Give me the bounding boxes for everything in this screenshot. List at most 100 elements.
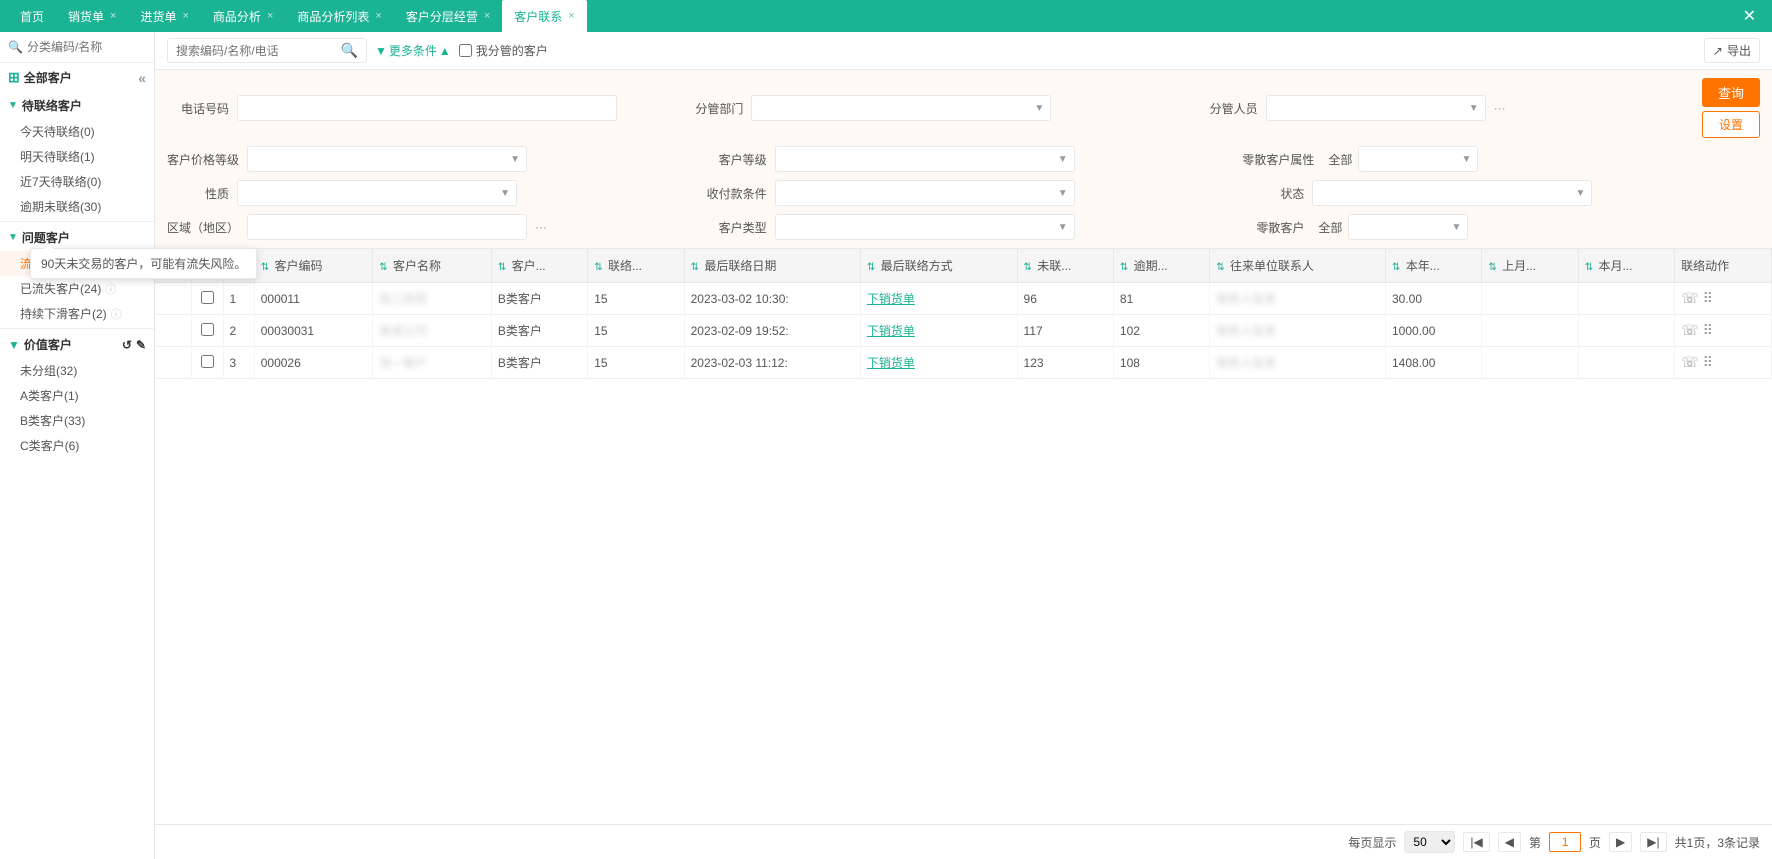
sidebar-item-declining[interactable]: 持续下滑客户(2) ⓘ xyxy=(0,301,154,326)
close-tab-icon[interactable]: × xyxy=(182,10,188,22)
zero-attr-select[interactable]: ▼ xyxy=(1358,146,1478,172)
refresh-icon[interactable]: ↺ xyxy=(122,338,132,352)
tab-product-analysis-list[interactable]: 商品分析列表 × xyxy=(285,0,393,32)
overdue-column-header[interactable]: ⇅ 逾期... xyxy=(1113,249,1209,283)
prev-page-button[interactable]: ◀ xyxy=(1498,832,1521,852)
this-year-column-header[interactable]: ⇅ 本年... xyxy=(1385,249,1481,283)
chevron-down-icon: ▼ xyxy=(500,188,510,199)
window-close-button[interactable]: ✕ xyxy=(1735,6,1764,26)
tab-purchase-order[interactable]: 进货单 × xyxy=(128,0,200,32)
uncontacted-column-header[interactable]: ⇅ 未联... xyxy=(1017,249,1113,283)
table-row: 1 000011 张三商贸 B类客户 15 2023-03-02 10:30: … xyxy=(155,283,1772,315)
first-page-button[interactable]: |◀ xyxy=(1463,832,1489,852)
sort-icon: ⇅ xyxy=(1488,262,1496,273)
collapse-icon[interactable]: « xyxy=(138,70,146,86)
status-select[interactable]: ▼ xyxy=(1312,180,1592,206)
sidebar-item-class-b[interactable]: B类客户(33) xyxy=(0,408,154,433)
payment-select[interactable]: ▼ xyxy=(775,180,1075,206)
person-label: 分管人员 xyxy=(1196,100,1266,117)
zero-customer-select[interactable]: ▼ xyxy=(1348,214,1468,240)
gender-select[interactable]: ▼ xyxy=(237,180,517,206)
filter-field-phone: 电话号码 xyxy=(167,95,661,121)
top-nav-right: ✕ xyxy=(1735,6,1764,26)
filter-field-dept: 分管部门 ▼ xyxy=(681,95,1175,121)
filter-field-zero-attr: 零散客户属性 全部 ▼ xyxy=(1242,146,1760,172)
row-select-checkbox[interactable] xyxy=(201,291,214,304)
row-last-method[interactable]: 下销货单 xyxy=(860,315,1017,347)
person-select[interactable]: ▼ xyxy=(1266,95,1486,121)
close-tab-icon[interactable]: × xyxy=(110,10,116,22)
last-contact-date-column-header[interactable]: ⇅ 最后联络日期 xyxy=(684,249,860,283)
this-month-column-header[interactable]: ⇅ 本月... xyxy=(1578,249,1674,283)
my-customers-checkbox-container[interactable]: 我分管的客户 xyxy=(459,42,548,59)
nav-home[interactable]: 首页 xyxy=(8,0,56,32)
close-tab-icon[interactable]: × xyxy=(267,10,273,22)
close-tab-icon[interactable]: × xyxy=(484,10,490,22)
sidebar-item-class-a[interactable]: A类客户(1) xyxy=(0,383,154,408)
close-tab-icon[interactable]: × xyxy=(375,10,381,22)
last-contact-method-column-header[interactable]: ⇅ 最后联络方式 xyxy=(860,249,1017,283)
filter-search-button[interactable]: 🔍 xyxy=(341,42,358,59)
sidebar-item-overdue[interactable]: 逾期未联络(30) xyxy=(0,194,154,219)
contacts-column-header[interactable]: ⇅ 往来单位联系人 xyxy=(1210,249,1386,283)
customer-type-select[interactable]: ▼ xyxy=(775,214,1075,240)
sidebar-root-label: 全部客户 xyxy=(24,69,72,86)
sidebar-search-input[interactable] xyxy=(27,40,155,54)
sidebar-item-7days[interactable]: 近7天待联络(0) xyxy=(0,169,154,194)
code-column-header[interactable]: ⇅ 客户编码 xyxy=(254,249,373,283)
row-select-checkbox[interactable] xyxy=(201,323,214,336)
export-button[interactable]: ↗ 导出 xyxy=(1704,38,1760,63)
tab-product-analysis[interactable]: 商品分析 × xyxy=(201,0,285,32)
next-page-button[interactable]: ▶ xyxy=(1609,832,1632,852)
my-customers-checkbox[interactable] xyxy=(459,44,472,57)
query-button[interactable]: 查询 xyxy=(1702,78,1760,107)
sidebar-item-ungrouped[interactable]: 未分组(32) xyxy=(0,358,154,383)
contact-column-header[interactable]: ⇅ 联络... xyxy=(588,249,684,283)
tab-sales-order[interactable]: 销货单 × xyxy=(56,0,128,32)
type-column-header[interactable]: ⇅ 客户... xyxy=(491,249,587,283)
row-checkbox xyxy=(191,347,223,379)
customer-grade-select[interactable]: ▼ xyxy=(775,146,1075,172)
settings-button[interactable]: 设置 xyxy=(1702,111,1760,138)
page-size-select[interactable]: 50 100 200 xyxy=(1404,831,1455,853)
filter-field-customer-grade: 客户等级 ▼ xyxy=(705,146,1223,172)
dept-select[interactable]: ▼ xyxy=(751,95,1051,121)
name-column-header[interactable]: ⇅ 客户名称 xyxy=(373,249,492,283)
contact-action-icon[interactable]: ☏ xyxy=(1681,354,1699,371)
row-this-year: 1000.00 xyxy=(1385,315,1481,347)
edit-icon[interactable]: ✎ xyxy=(136,338,146,352)
total-label: 共1页，3条记录 xyxy=(1675,834,1760,851)
tab-customer-segment[interactable]: 客户分层经营 × xyxy=(394,0,502,32)
sidebar-group-problem[interactable]: ▼ 问题客户 xyxy=(0,224,154,251)
sidebar-group-value[interactable]: ▼ 价值客户 ↺ ✎ xyxy=(0,331,154,358)
row-last-method[interactable]: 下销货单 xyxy=(860,283,1017,315)
sidebar-item-churned[interactable]: 已流失客户(24) ⓘ xyxy=(0,276,154,301)
row-last-method[interactable]: 下销货单 xyxy=(860,347,1017,379)
more-options-icon[interactable]: ··· xyxy=(1486,101,1514,115)
sidebar-item-today[interactable]: 今天待联络(0) xyxy=(0,119,154,144)
close-tab-icon[interactable]: × xyxy=(568,10,574,22)
sidebar-item-tomorrow[interactable]: 明天待联络(1) xyxy=(0,144,154,169)
arrow-down-icon: ▼ xyxy=(8,232,18,243)
page-number-input[interactable] xyxy=(1549,832,1581,852)
sidebar-item-class-c[interactable]: C类客户(6) xyxy=(0,433,154,458)
phone-input[interactable] xyxy=(237,95,617,121)
last-page-button[interactable]: ▶| xyxy=(1640,832,1666,852)
more-action-icon[interactable]: ⠿ xyxy=(1703,290,1713,307)
contact-action-icon[interactable]: ☏ xyxy=(1681,290,1699,307)
price-grade-select[interactable]: ▼ xyxy=(247,146,527,172)
last-month-column-header[interactable]: ⇅ 上月... xyxy=(1482,249,1578,283)
more-action-icon[interactable]: ⠿ xyxy=(1703,322,1713,339)
more-action-icon[interactable]: ⠿ xyxy=(1703,354,1713,371)
sidebar-root-header[interactable]: ⊞ 全部客户 « xyxy=(0,63,154,92)
tab-customer-contact[interactable]: 客户联系 × xyxy=(502,0,586,32)
more-conditions-button[interactable]: ▼ 更多条件 ▲ xyxy=(375,42,451,59)
row-uncontacted: 123 xyxy=(1017,347,1113,379)
filter-search-input[interactable] xyxy=(176,44,341,58)
sidebar-group-pending[interactable]: ▼ 待联络客户 xyxy=(0,92,154,119)
contact-action-icon[interactable]: ☏ xyxy=(1681,322,1699,339)
price-grade-label: 客户价格等级 xyxy=(167,151,247,168)
region-more-icon[interactable]: ··· xyxy=(527,220,555,234)
region-select[interactable] xyxy=(247,214,527,240)
row-select-checkbox[interactable] xyxy=(201,355,214,368)
